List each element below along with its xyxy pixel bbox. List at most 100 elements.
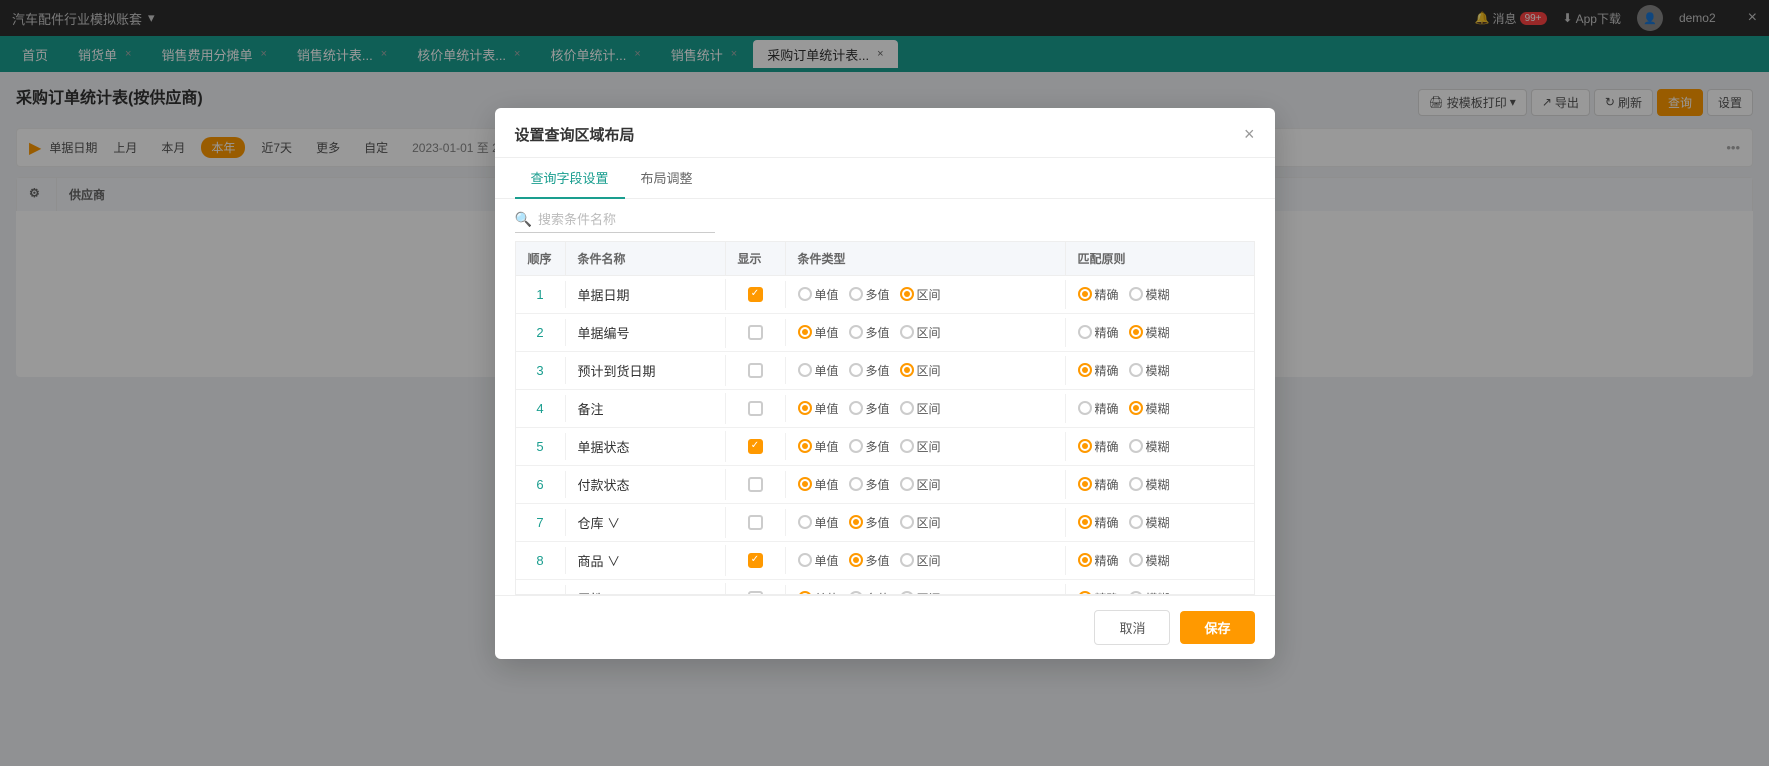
row-2-checkbox[interactable] (748, 363, 763, 378)
row-2-match-精确[interactable]: 精确 (1078, 362, 1119, 379)
dialog-tab-layout[interactable]: 布局调整 (625, 158, 709, 199)
dialog-tab-query-fields-label: 查询字段设置 (531, 171, 609, 186)
row-2-type-单值[interactable]: 单值 (798, 362, 839, 379)
row-3-match-精确[interactable]: 精确 (1078, 400, 1119, 417)
row-2-type-多值[interactable]: 多值 (849, 362, 890, 379)
row-6-match-模糊-radio (1129, 515, 1143, 529)
row-1-checkbox[interactable] (748, 325, 763, 340)
row-1-display[interactable] (726, 319, 786, 346)
row-5-display[interactable] (726, 471, 786, 498)
row-0-type-单值[interactable]: 单值 (798, 286, 839, 303)
row-8-type: 单值多值区间 (786, 584, 1066, 595)
row-5-type-区间[interactable]: 区间 (900, 476, 941, 493)
row-6-match-精确[interactable]: 精确 (1078, 514, 1119, 531)
row-5-match-精确[interactable]: 精确 (1078, 476, 1119, 493)
save-button[interactable]: 保存 (1180, 611, 1254, 644)
row-6-match: 精确模糊 (1066, 508, 1255, 537)
row-7-type-区间-radio (900, 553, 914, 567)
row-8-display[interactable] (726, 585, 786, 595)
row-0-checkbox[interactable] (748, 287, 763, 302)
row-7-match-精确[interactable]: 精确 (1078, 552, 1119, 569)
table-row: 7仓库 ∨单值多值区间精确模糊 (516, 504, 1254, 542)
row-2-type-区间[interactable]: 区间 (900, 362, 941, 379)
row-5-type-单值[interactable]: 单值 (798, 476, 839, 493)
row-4-match-精确[interactable]: 精确 (1078, 438, 1119, 455)
row-0-type-多值[interactable]: 多值 (849, 286, 890, 303)
row-2-display[interactable] (726, 357, 786, 384)
row-6-checkbox[interactable] (748, 515, 763, 530)
row-4-type-区间-radio (900, 439, 914, 453)
row-4-match-模糊-radio (1129, 439, 1143, 453)
row-2-type: 单值多值区间 (786, 356, 1066, 385)
dialog-tab-query-fields[interactable]: 查询字段设置 (515, 158, 625, 199)
row-6-type-多值[interactable]: 多值 (849, 514, 890, 531)
dialog-search-area: 🔍 (495, 199, 1275, 241)
row-2-match-模糊[interactable]: 模糊 (1129, 362, 1170, 379)
row-1-match-精确[interactable]: 精确 (1078, 324, 1119, 341)
row-4-name: 单据状态 (566, 431, 726, 462)
row-5-type-多值-radio (849, 477, 863, 491)
row-3-match-模糊[interactable]: 模糊 (1129, 400, 1170, 417)
row-7-type-区间[interactable]: 区间 (900, 552, 941, 569)
row-4-type-单值[interactable]: 单值 (798, 438, 839, 455)
row-3-checkbox[interactable] (748, 401, 763, 416)
row-3-display[interactable] (726, 395, 786, 422)
row-6-match-模糊[interactable]: 模糊 (1129, 514, 1170, 531)
row-2-type-单值-radio (798, 363, 812, 377)
row-6-type-区间[interactable]: 区间 (900, 514, 941, 531)
row-7-checkbox[interactable] (748, 553, 763, 568)
row-0-match-精确[interactable]: 精确 (1078, 286, 1119, 303)
row-2-order: 3 (516, 357, 566, 384)
dialog-close-btn[interactable]: × (1244, 125, 1255, 143)
row-4-type-区间[interactable]: 区间 (900, 438, 941, 455)
row-6-match-精确-radio (1078, 515, 1092, 529)
settings-dialog: 设置查询区域布局 × 查询字段设置 布局调整 🔍 顺序 条件名称 显示 (495, 108, 1275, 659)
row-3-match-模糊-radio (1129, 401, 1143, 415)
dialog-footer: 取消 保存 (495, 595, 1275, 659)
row-8-name: 属性 ∨ (566, 583, 726, 595)
search-input[interactable] (538, 212, 698, 227)
row-1-type-多值[interactable]: 多值 (849, 324, 890, 341)
row-0-match-模糊-radio (1129, 287, 1143, 301)
row-0-type-多值-radio (849, 287, 863, 301)
row-3-match-精确-radio (1078, 401, 1092, 415)
row-0-type: 单值多值区间 (786, 280, 1066, 309)
row-1-type-区间[interactable]: 区间 (900, 324, 941, 341)
row-3-type-单值-radio (798, 401, 812, 415)
row-5-type-单值-radio (798, 477, 812, 491)
row-3-type-多值[interactable]: 多值 (849, 400, 890, 417)
row-1-match-模糊[interactable]: 模糊 (1129, 324, 1170, 341)
conditions-table-body: 1单据日期单值多值区间精确模糊2单据编号单值多值区间精确模糊3预计到货日期单值多… (515, 275, 1255, 595)
row-6-display[interactable] (726, 509, 786, 536)
row-0-type-区间-radio (900, 287, 914, 301)
row-3-type: 单值多值区间 (786, 394, 1066, 423)
row-7-type-单值[interactable]: 单值 (798, 552, 839, 569)
row-0-type-单值-radio (798, 287, 812, 301)
row-6-type-单值[interactable]: 单值 (798, 514, 839, 531)
row-5-match-模糊[interactable]: 模糊 (1129, 476, 1170, 493)
row-4-type-多值[interactable]: 多值 (849, 438, 890, 455)
row-5-match-精确-radio (1078, 477, 1092, 491)
row-3-type-单值[interactable]: 单值 (798, 400, 839, 417)
row-3-type-区间[interactable]: 区间 (900, 400, 941, 417)
row-5-type-多值[interactable]: 多值 (849, 476, 890, 493)
row-4-display[interactable] (726, 433, 786, 460)
row-7-match-精确-radio (1078, 553, 1092, 567)
row-0-match-模糊[interactable]: 模糊 (1129, 286, 1170, 303)
row-2-match-模糊-radio (1129, 363, 1143, 377)
row-4-match-模糊[interactable]: 模糊 (1129, 438, 1170, 455)
row-4-type: 单值多值区间 (786, 432, 1066, 461)
row-2-match: 精确模糊 (1066, 356, 1255, 385)
row-3-type-多值-radio (849, 401, 863, 415)
row-7-type-多值[interactable]: 多值 (849, 552, 890, 569)
cancel-button[interactable]: 取消 (1094, 610, 1170, 645)
row-0-display[interactable] (726, 281, 786, 308)
row-4-type-单值-radio (798, 439, 812, 453)
row-1-type-单值[interactable]: 单值 (798, 324, 839, 341)
row-0-type-区间[interactable]: 区间 (900, 286, 941, 303)
row-4-checkbox[interactable] (748, 439, 763, 454)
row-7-display[interactable] (726, 547, 786, 574)
conditions-table: 顺序 条件名称 显示 条件类型 匹配原则 1单据日期单值多值区间精确模糊2单据编… (495, 241, 1275, 595)
row-5-checkbox[interactable] (748, 477, 763, 492)
row-7-match-模糊[interactable]: 模糊 (1129, 552, 1170, 569)
